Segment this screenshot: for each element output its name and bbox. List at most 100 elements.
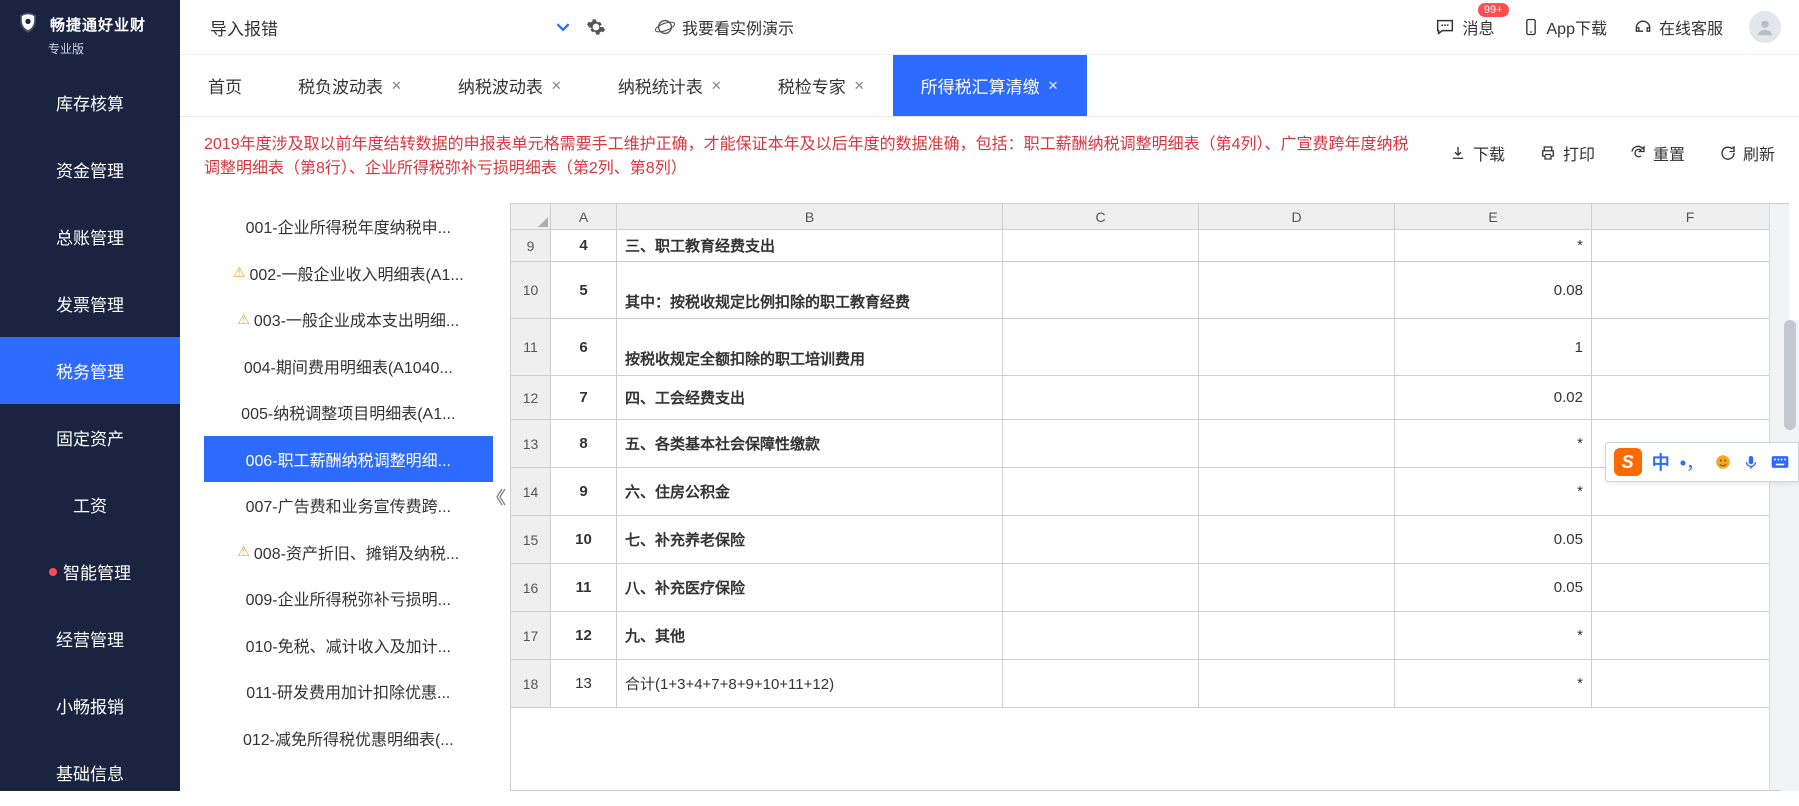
cell-16-C[interactable] [1003, 564, 1199, 611]
cell-11-B[interactable]: 按税收规定全额扣除的职工培训费用 [617, 319, 1003, 375]
form-list-item-7[interactable]: ⚠008-资产折旧、摊销及纳税... [204, 529, 493, 576]
close-icon[interactable]: ✕ [711, 78, 722, 94]
ime-punct-icon[interactable]: •， [1680, 449, 1704, 475]
cell-14-A[interactable]: 9 [551, 468, 617, 515]
cell-15-D[interactable] [1199, 516, 1395, 563]
search-box[interactable]: 导入报错 [198, 7, 618, 48]
gear-icon[interactable] [586, 17, 606, 37]
column-header-F[interactable]: F [1592, 204, 1789, 229]
cell-11-D[interactable] [1199, 319, 1395, 375]
cell-15-F[interactable] [1592, 516, 1789, 563]
row-header[interactable]: 10 [511, 262, 551, 318]
cell-12-F[interactable] [1592, 376, 1789, 419]
cell-9-F[interactable] [1592, 230, 1789, 261]
download-button[interactable]: 下载 [1449, 141, 1505, 165]
cell-13-E[interactable]: * [1395, 420, 1592, 467]
close-icon[interactable]: ✕ [1048, 78, 1059, 94]
form-list-item-6[interactable]: 007-广告费和业务宣传费跨... [204, 482, 493, 529]
tab-4[interactable]: 税检专家✕ [750, 55, 893, 116]
cell-17-B[interactable]: 九、其他 [617, 612, 1003, 659]
ime-toolbar[interactable]: S 中 •， [1605, 442, 1799, 482]
cell-15-C[interactable] [1003, 516, 1199, 563]
tab-0[interactable]: 首页 [180, 55, 270, 116]
sidebar-item-0[interactable]: 库存核算 [0, 69, 180, 136]
cell-10-F[interactable] [1592, 262, 1789, 318]
cell-14-E[interactable]: * [1395, 468, 1592, 515]
cell-18-A[interactable]: 13 [551, 660, 617, 707]
collapse-handle[interactable] [493, 203, 508, 791]
close-icon[interactable]: ✕ [854, 78, 865, 94]
cell-9-D[interactable] [1199, 230, 1395, 261]
tab-5[interactable]: 所得税汇算清缴✕ [893, 55, 1087, 116]
sidebar-item-10[interactable]: 基础信息 [0, 739, 180, 806]
row-header[interactable]: 13 [511, 420, 551, 467]
avatar[interactable] [1749, 11, 1781, 43]
cell-11-A[interactable]: 6 [551, 319, 617, 375]
demo-link[interactable]: 我要看实例演示 [654, 15, 794, 39]
app-download-button[interactable]: App下载 [1521, 15, 1607, 39]
page-vertical-scrollbar[interactable] [1781, 320, 1799, 791]
chevron-down-icon[interactable] [556, 20, 570, 34]
cell-12-A[interactable]: 7 [551, 376, 617, 419]
ime-keyboard-icon[interactable] [1770, 454, 1790, 470]
column-header-C[interactable]: C [1003, 204, 1199, 229]
sidebar-item-7[interactable]: 智能管理 [0, 538, 180, 605]
cell-9-B[interactable]: 三、职工教育经费支出 [617, 230, 1003, 261]
cell-15-A[interactable]: 10 [551, 516, 617, 563]
form-list-item-2[interactable]: ⚠003-一般企业成本支出明细... [204, 296, 493, 343]
cell-12-E[interactable]: 0.02 [1395, 376, 1592, 419]
form-list-item-0[interactable]: 001-企业所得税年度纳税申... [204, 203, 493, 250]
cell-11-C[interactable] [1003, 319, 1199, 375]
grid-select-all[interactable] [511, 204, 551, 229]
cell-18-B[interactable]: 合计(1+3+4+7+8+9+10+11+12) [617, 660, 1003, 707]
spreadsheet-grid[interactable]: ABCDEF 94三、职工教育经费支出*105其中：按税收规定比例扣除的职工教育… [510, 203, 1789, 791]
sidebar-item-4[interactable]: 税务管理 [0, 337, 180, 404]
column-header-B[interactable]: B [617, 204, 1003, 229]
sidebar-item-9[interactable]: 小畅报销 [0, 672, 180, 739]
cell-10-C[interactable] [1003, 262, 1199, 318]
cell-11-E[interactable]: 1 [1395, 319, 1592, 375]
row-header[interactable]: 11 [511, 319, 551, 375]
column-header-E[interactable]: E [1395, 204, 1592, 229]
row-header[interactable]: 12 [511, 376, 551, 419]
sidebar-item-5[interactable]: 固定资产 [0, 404, 180, 471]
cell-10-A[interactable]: 5 [551, 262, 617, 318]
cell-12-D[interactable] [1199, 376, 1395, 419]
cell-18-F[interactable] [1592, 660, 1789, 707]
form-list-item-1[interactable]: ⚠002-一般企业收入明细表(A1... [204, 250, 493, 297]
cell-14-D[interactable] [1199, 468, 1395, 515]
cell-18-E[interactable]: * [1395, 660, 1592, 707]
cell-14-B[interactable]: 六、住房公积金 [617, 468, 1003, 515]
form-list-item-9[interactable]: 010-免税、减计收入及加计... [204, 622, 493, 669]
form-list-item-3[interactable]: 004-期间费用明细表(A1040... [204, 343, 493, 390]
row-header[interactable]: 17 [511, 612, 551, 659]
cell-13-D[interactable] [1199, 420, 1395, 467]
form-list-item-4[interactable]: 005-纳税调整项目明细表(A1... [204, 389, 493, 436]
messages-button[interactable]: 消息 99+ [1434, 15, 1494, 39]
cell-16-A[interactable]: 11 [551, 564, 617, 611]
form-list-item-8[interactable]: 009-企业所得税弥补亏损明... [204, 575, 493, 622]
cell-16-F[interactable] [1592, 564, 1789, 611]
cell-9-C[interactable] [1003, 230, 1199, 261]
form-list-item-5[interactable]: 006-职工薪酬纳税调整明细... [204, 436, 493, 483]
ime-lang-indicator[interactable]: 中 [1652, 449, 1670, 475]
cell-13-C[interactable] [1003, 420, 1199, 467]
cell-17-D[interactable] [1199, 612, 1395, 659]
form-list-item-11[interactable]: 012-减免所得税优惠明细表(... [204, 715, 493, 762]
cell-12-C[interactable] [1003, 376, 1199, 419]
cell-13-B[interactable]: 五、各类基本社会保障性缴款 [617, 420, 1003, 467]
ime-voice-icon[interactable] [1742, 453, 1760, 471]
cell-14-C[interactable] [1003, 468, 1199, 515]
print-button[interactable]: 打印 [1539, 141, 1595, 165]
cell-17-F[interactable] [1592, 612, 1789, 659]
cell-16-D[interactable] [1199, 564, 1395, 611]
row-header[interactable]: 9 [511, 230, 551, 261]
cell-9-E[interactable]: * [1395, 230, 1592, 261]
sidebar-item-8[interactable]: 经营管理 [0, 605, 180, 672]
cell-13-A[interactable]: 8 [551, 420, 617, 467]
close-icon[interactable]: ✕ [391, 78, 402, 94]
refresh-button[interactable]: 刷新 [1719, 141, 1775, 165]
cell-11-F[interactable] [1592, 319, 1789, 375]
tab-2[interactable]: 纳税波动表✕ [430, 55, 590, 116]
sidebar-item-6[interactable]: 工资 [0, 471, 180, 538]
